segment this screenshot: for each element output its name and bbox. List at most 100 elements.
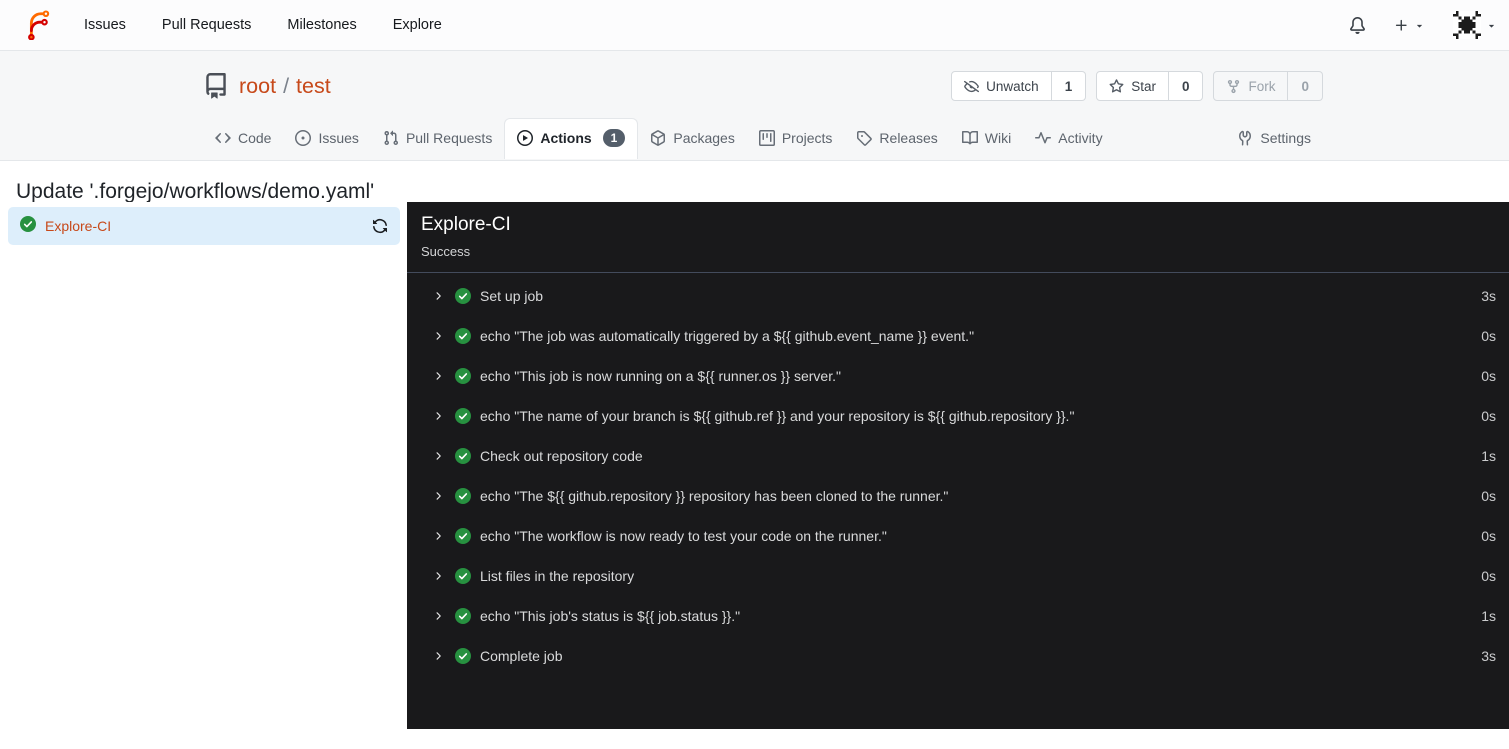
step-duration: 0s: [1481, 568, 1496, 584]
chevron-right-icon[interactable]: [432, 490, 444, 502]
chevron-right-icon[interactable]: [432, 450, 444, 462]
issue-opened-icon: [295, 130, 311, 146]
fork-button: Fork: [1213, 71, 1289, 101]
tab-wiki[interactable]: Wiki: [950, 120, 1023, 158]
user-menu-button[interactable]: [1453, 11, 1497, 39]
chevron-right-icon[interactable]: [432, 610, 444, 622]
nav-item-issues[interactable]: Issues: [84, 17, 126, 33]
chevron-right-icon[interactable]: [432, 530, 444, 542]
step-label: Complete job: [480, 648, 563, 664]
star-button-group: Star 0: [1096, 71, 1204, 101]
step-row[interactable]: List files in the repository 0s: [407, 556, 1509, 596]
step-duration: 0s: [1481, 328, 1496, 344]
package-icon: [650, 130, 666, 146]
step-row[interactable]: echo "The workflow is now ready to test …: [407, 516, 1509, 556]
chevron-right-icon[interactable]: [432, 410, 444, 422]
jobs-sidebar: Explore-CI: [0, 202, 407, 729]
forgejo-logo[interactable]: [22, 10, 52, 40]
step-row[interactable]: Complete job 3s: [407, 636, 1509, 676]
step-label: echo "The workflow is now ready to test …: [480, 528, 887, 544]
steps-list: Set up job 3s echo "The job was automati…: [407, 273, 1509, 676]
step-row[interactable]: Set up job 3s: [407, 276, 1509, 316]
tab-label: Pull Requests: [405, 130, 493, 147]
step-label: List files in the repository: [480, 568, 635, 584]
project-board-icon: [759, 130, 775, 146]
star-button[interactable]: Star: [1096, 71, 1169, 101]
nav-item-explore[interactable]: Explore: [393, 17, 442, 33]
step-success-icon: [455, 648, 471, 664]
plus-icon: [1394, 18, 1409, 33]
nav-item-milestones[interactable]: Milestones: [287, 17, 356, 33]
tab-label: Code: [238, 130, 272, 147]
repo-tabs: Code Issues Pull Requests Actions 1 Pack…: [203, 118, 1323, 160]
watchers-count[interactable]: 1: [1051, 71, 1087, 101]
run-job-title: Explore-CI: [421, 214, 511, 235]
rerun-job-button[interactable]: [372, 218, 388, 234]
tab-activity[interactable]: Activity: [1023, 120, 1114, 158]
step-success-icon: [455, 288, 471, 304]
chevron-down-icon: [1486, 20, 1497, 31]
step-row[interactable]: echo "The ${{ github.repository }} repos…: [407, 476, 1509, 516]
notifications-button[interactable]: [1349, 17, 1366, 34]
job-item-explore-ci[interactable]: Explore-CI: [8, 207, 400, 245]
step-label: echo "The job was automatically triggere…: [480, 328, 975, 344]
step-duration: 3s: [1481, 648, 1496, 664]
sync-icon: [372, 218, 388, 234]
chevron-right-icon[interactable]: [432, 290, 444, 302]
step-duration: 1s: [1481, 608, 1496, 624]
tab-projects[interactable]: Projects: [747, 120, 845, 158]
repo-icon: [203, 73, 229, 99]
watch-button-group: Unwatch 1: [951, 71, 1087, 101]
chevron-down-icon: [1414, 20, 1425, 31]
chevron-right-icon[interactable]: [432, 650, 444, 662]
repo-header: root / test Unwatch 1 Star 0 Fork 0 Code…: [0, 51, 1509, 161]
book-open-icon: [962, 130, 978, 146]
nav-item-pull-requests[interactable]: Pull Requests: [162, 17, 251, 33]
fork-label: Fork: [1248, 78, 1276, 94]
step-success-icon: [455, 368, 471, 384]
nav-links: Issues Pull Requests Milestones Explore: [84, 17, 442, 33]
run-header: Explore-CI Success: [407, 202, 1509, 273]
repo-owner-link[interactable]: root: [239, 74, 276, 99]
tag-icon: [856, 130, 872, 146]
step-success-icon: [455, 488, 471, 504]
tab-pull-requests[interactable]: Pull Requests: [371, 120, 504, 158]
step-row[interactable]: echo "The job was automatically triggere…: [407, 316, 1509, 356]
step-label: echo "This job's status is ${{ job.statu…: [480, 608, 741, 624]
tab-issues[interactable]: Issues: [283, 120, 370, 158]
tab-releases[interactable]: Releases: [844, 120, 949, 158]
step-label: Set up job: [480, 288, 544, 304]
step-success-icon: [455, 568, 471, 584]
tab-code[interactable]: Code: [203, 120, 283, 158]
tools-icon: [1237, 130, 1253, 146]
top-navbar: Issues Pull Requests Milestones Explore: [0, 0, 1509, 51]
fork-button-group: Fork 0: [1213, 71, 1323, 101]
unwatch-button[interactable]: Unwatch: [951, 71, 1052, 101]
forks-count: 0: [1288, 71, 1323, 101]
chevron-right-icon[interactable]: [432, 570, 444, 582]
tab-label: Projects: [781, 130, 833, 147]
step-label: echo "The name of your branch is ${{ git…: [480, 408, 1075, 424]
tab-packages[interactable]: Packages: [638, 120, 746, 158]
repo-name-link[interactable]: test: [296, 74, 331, 99]
tab-actions[interactable]: Actions 1: [504, 118, 639, 160]
step-row[interactable]: echo "This job is now running on a ${{ r…: [407, 356, 1509, 396]
step-row[interactable]: echo "This job's status is ${{ job.statu…: [407, 596, 1509, 636]
stars-count[interactable]: 0: [1168, 71, 1204, 101]
star-label: Star: [1131, 78, 1156, 94]
chevron-right-icon[interactable]: [432, 370, 444, 382]
tab-label: Packages: [673, 130, 735, 147]
chevron-right-icon[interactable]: [432, 330, 444, 342]
tab-label: Settings: [1260, 130, 1311, 147]
step-duration: 1s: [1481, 448, 1496, 464]
step-row[interactable]: echo "The name of your branch is ${{ git…: [407, 396, 1509, 436]
step-duration: 3s: [1481, 288, 1496, 304]
job-name: Explore-CI: [45, 218, 112, 234]
step-row[interactable]: Check out repository code 1s: [407, 436, 1509, 476]
step-duration: 0s: [1481, 488, 1496, 504]
tab-label: Activity: [1058, 130, 1103, 147]
tab-settings[interactable]: Settings: [1225, 120, 1323, 158]
create-new-button[interactable]: [1394, 18, 1425, 33]
avatar: [1453, 11, 1481, 39]
run-status: Success: [421, 244, 471, 259]
